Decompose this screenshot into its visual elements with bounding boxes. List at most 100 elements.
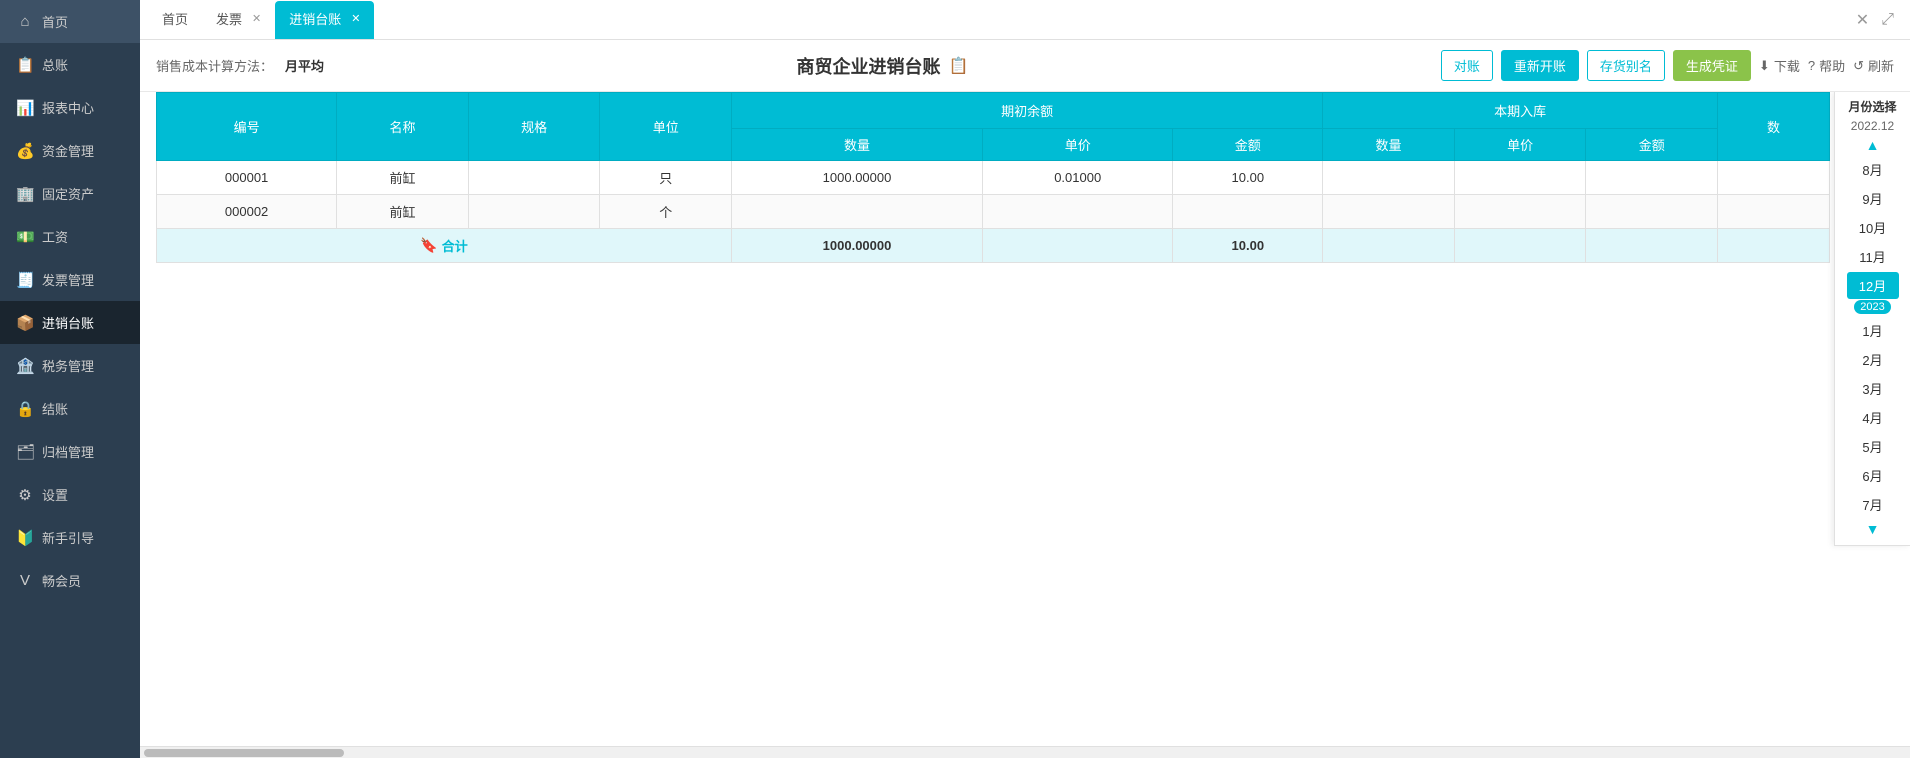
cost-method-value: 月平均 [285,56,324,75]
sidebar-label-assets: 固定资产 [42,184,94,203]
total-label-text: 合计 [442,236,468,255]
sidebar-label-tax: 税务管理 [42,356,94,375]
sub-opening-amount: 金额 [1173,129,1323,161]
sidebar-label-invoice-mgmt: 发票管理 [42,270,94,289]
table-row[interactable]: 000001 前缸 只 1000.00000 0.01000 10.00 [157,161,1830,195]
sidebar-item-assets[interactable]: 🏢 固定资产 [0,172,140,215]
sidebar-label-ledger: 总账 [42,55,68,74]
row2-opening-price [983,195,1173,229]
cost-method-label: 销售成本计算方法： [156,56,273,75]
tab-home[interactable]: 首页 [148,1,202,39]
window-controls: ✕ ⤢ [1856,10,1902,30]
close-button[interactable]: ✕ [1856,10,1869,30]
refresh-button[interactable]: ↺ 刷新 [1853,56,1894,75]
sub-inbound-amount: 金额 [1586,129,1718,161]
ledger-icon: 📋 [16,56,34,74]
row2-name: 前缸 [337,195,469,229]
month-item-2[interactable]: 2月 [1847,346,1899,373]
month-item-7[interactable]: 7月 [1847,491,1899,518]
reports-icon: 📊 [16,99,34,117]
sidebar: ⌂ 首页 📋 总账 📊 报表中心 💰 资金管理 🏢 固定资产 💵 工资 🧾 发票… [0,0,140,758]
month-item-6[interactable]: 6月 [1847,462,1899,489]
horizontal-scrollbar[interactable] [140,746,1910,758]
total-label-cell: 🔖 合计 [157,229,732,263]
sidebar-item-member[interactable]: V 畅会员 [0,559,140,602]
row2-id: 000002 [157,195,337,229]
total-icon: 🔖 [420,237,437,254]
col-header-inbound: 本期入库 [1323,93,1718,129]
row2-spec [468,195,600,229]
tab-invoice-close[interactable]: ✕ [252,12,261,25]
page-title: 商贸企业进销台账 📋 [336,53,1429,79]
row1-inbound-amount [1586,161,1718,195]
tab-invoice[interactable]: 发票 ✕ [202,1,275,39]
match-button[interactable]: 对账 [1441,50,1493,81]
sidebar-label-settings: 设置 [42,485,68,504]
scrollbar-thumb[interactable] [144,749,344,757]
month-item-1[interactable]: 1月 [1847,317,1899,344]
month-item-5[interactable]: 5月 [1847,433,1899,460]
sidebar-item-wages[interactable]: 💵 工资 [0,215,140,258]
sidebar-item-archive[interactable]: 🗂 归档管理 [0,430,140,473]
content-area: 销售成本计算方法： 月平均 商贸企业进销台账 📋 对账 重新开账 存货别名 生成… [140,40,1910,758]
tab-purchase-sales[interactable]: 进销台账 ✕ [275,1,374,39]
year-badge-2023: 2023 [1854,300,1890,314]
sub-opening-qty: 数量 [732,129,983,161]
sidebar-item-funds[interactable]: 💰 资金管理 [0,129,140,172]
refresh-icon: ↺ [1853,58,1864,74]
table-row[interactable]: 000002 前缸 个 [157,195,1830,229]
download-button[interactable]: ⬇ ↓ 下载 下载 [1759,56,1800,75]
sidebar-label-reports: 报表中心 [42,98,94,117]
row2-opening-qty [732,195,983,229]
total-opening-qty: 1000.00000 [732,229,983,263]
month-item-3[interactable]: 3月 [1847,375,1899,402]
sidebar-item-closing[interactable]: 🔒 结账 [0,387,140,430]
month-item-9[interactable]: 9月 [1847,185,1899,212]
settings-icon: ⚙ [16,486,34,504]
row2-extra [1718,195,1830,229]
generate-voucher-button[interactable]: 生成凭证 [1673,50,1751,81]
sidebar-item-purchase-sales[interactable]: 📦 进销台账 [0,301,140,344]
maximize-button[interactable]: ⤢ [1881,11,1894,29]
sidebar-item-settings[interactable]: ⚙ 设置 [0,473,140,516]
content-topbar: 销售成本计算方法： 月平均 商贸企业进销台账 📋 对账 重新开账 存货别名 生成… [140,40,1910,92]
month-nav-down[interactable]: ▼ [1861,519,1885,539]
tab-invoice-label: 发票 [216,9,242,28]
row2-inbound-qty [1323,195,1455,229]
purchase-sales-icon: 📦 [16,314,34,332]
title-info-icon[interactable]: 📋 [948,56,968,76]
help-button[interactable]: ? 帮助 [1808,56,1845,75]
sidebar-item-home[interactable]: ⌂ 首页 [0,0,140,43]
row1-name: 前缸 [337,161,469,195]
sidebar-label-wages: 工资 [42,227,68,246]
row1-opening-price: 0.01000 [983,161,1173,195]
sidebar-label-home: 首页 [42,12,68,31]
row2-inbound-amount [1586,195,1718,229]
sidebar-item-guide[interactable]: 🔰 新手引导 [0,516,140,559]
sidebar-label-archive: 归档管理 [42,442,94,461]
col-header-name: 名称 [337,93,469,161]
reopen-button[interactable]: 重新开账 [1501,50,1579,81]
sidebar-item-ledger[interactable]: 📋 总账 [0,43,140,86]
member-icon: V [16,572,34,589]
row1-inbound-qty [1323,161,1455,195]
main-area: 首页 发票 ✕ 进销台账 ✕ ✕ ⤢ 销售成本计算方法： 月平均 商贸企业进销台… [140,0,1910,758]
sidebar-item-invoice-mgmt[interactable]: 🧾 发票管理 [0,258,140,301]
main-table: 编号 名称 规格 单位 期初余额 本期入库 数 数量 单价 金额 数 [156,92,1830,263]
tab-purchase-sales-close[interactable]: ✕ [351,12,360,25]
closing-icon: 🔒 [16,400,34,418]
total-extra [1718,229,1830,263]
sidebar-item-tax[interactable]: 🏦 税务管理 [0,344,140,387]
sub-inbound-price: 单价 [1454,129,1586,161]
month-item-4[interactable]: 4月 [1847,404,1899,431]
month-item-11[interactable]: 11月 [1847,243,1899,270]
row1-opening-qty: 1000.00000 [732,161,983,195]
month-item-8[interactable]: 8月 [1847,156,1899,183]
row1-spec [468,161,600,195]
month-item-10[interactable]: 10月 [1847,214,1899,241]
month-item-12[interactable]: 12月 [1847,272,1899,299]
month-nav-up[interactable]: ▲ [1861,135,1885,155]
save-alias-button[interactable]: 存货别名 [1587,50,1665,81]
sidebar-label-closing: 结账 [42,399,68,418]
sidebar-item-reports[interactable]: 📊 报表中心 [0,86,140,129]
